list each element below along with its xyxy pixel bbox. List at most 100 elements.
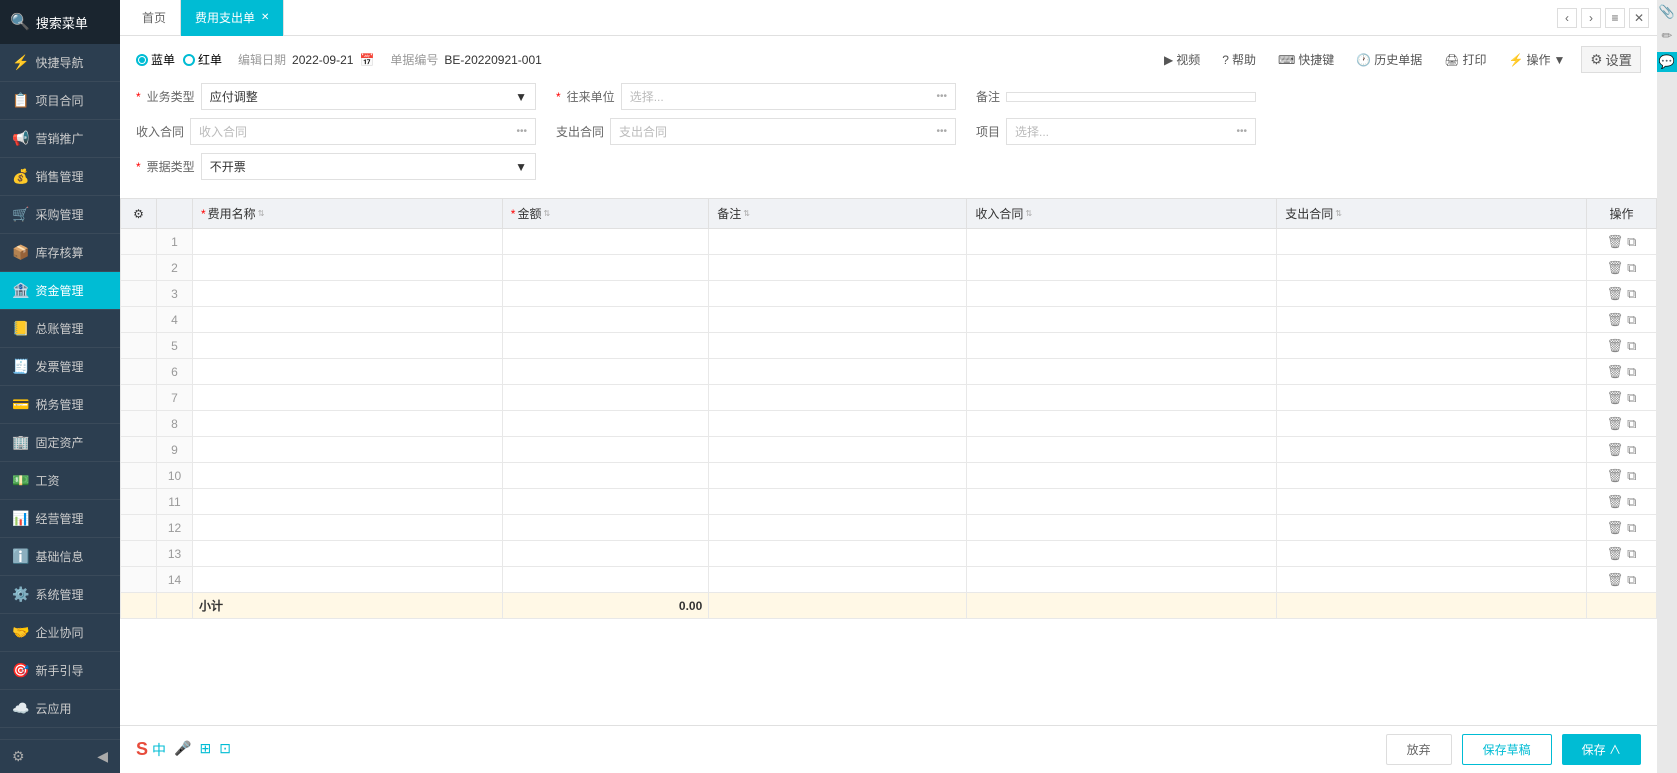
cell-note-6[interactable]: [709, 359, 967, 385]
cell-name-8[interactable]: [193, 411, 503, 437]
cell-expense-14[interactable]: [1277, 567, 1587, 593]
income-contract-input[interactable]: 收入合同 •••: [190, 118, 536, 145]
settings-btn[interactable]: ⚙ 设置: [1581, 46, 1641, 73]
delete-icon-13[interactable]: 🗑: [1607, 546, 1624, 562]
tab-list-btn[interactable]: ≡: [1605, 8, 1625, 28]
edit-note-icon[interactable]: ✏: [1662, 28, 1673, 44]
ops-btn[interactable]: ⚡ 操作 ▼: [1503, 49, 1572, 70]
sidebar-item-enterprise[interactable]: 🤝企业协同: [0, 614, 120, 652]
help-btn[interactable]: ? 帮助: [1216, 49, 1262, 70]
cell-amount-12[interactable]: [502, 515, 709, 541]
cell-amount-3[interactable]: [502, 281, 709, 307]
voice-icon[interactable]: 🎤: [174, 740, 191, 760]
cell-note-9[interactable]: [709, 437, 967, 463]
cell-amount-5[interactable]: [502, 333, 709, 359]
copy-icon-3[interactable]: ⧉: [1627, 286, 1636, 302]
delete-icon-3[interactable]: 🗑: [1607, 286, 1624, 302]
delete-icon-2[interactable]: 🗑: [1607, 260, 1624, 276]
cell-note-13[interactable]: [709, 541, 967, 567]
save-draft-button[interactable]: 保存草稿: [1462, 734, 1552, 765]
cell-income-14[interactable]: [967, 567, 1277, 593]
sidebar-item-ops-mgmt[interactable]: 📊经营管理: [0, 500, 120, 538]
cell-name-2[interactable]: [193, 255, 503, 281]
sort-icon[interactable]: ⇅: [258, 209, 265, 218]
cell-name-13[interactable]: [193, 541, 503, 567]
cell-expense-6[interactable]: [1277, 359, 1587, 385]
cell-expense-4[interactable]: [1277, 307, 1587, 333]
copy-icon-8[interactable]: ⧉: [1627, 416, 1636, 432]
cell-amount-9[interactable]: [502, 437, 709, 463]
copy-icon-5[interactable]: ⧉: [1627, 338, 1636, 354]
cell-income-10[interactable]: [967, 463, 1277, 489]
sidebar-item-fixed-assets[interactable]: 🏢固定资产: [0, 424, 120, 462]
tab-close-icon[interactable]: ✕: [261, 12, 269, 23]
delete-icon-10[interactable]: 🗑: [1607, 468, 1624, 484]
cell-amount-4[interactable]: [502, 307, 709, 333]
tab-nav-prev[interactable]: ‹: [1557, 8, 1577, 28]
cell-expense-9[interactable]: [1277, 437, 1587, 463]
cell-expense-12[interactable]: [1277, 515, 1587, 541]
income-sort-icon[interactable]: ⇅: [1025, 209, 1032, 218]
cell-note-3[interactable]: [709, 281, 967, 307]
zhong-icon[interactable]: 中: [152, 740, 166, 760]
income-more-icon[interactable]: •••: [516, 126, 527, 137]
delete-icon-12[interactable]: 🗑: [1607, 520, 1624, 536]
copy-icon-14[interactable]: ⧉: [1627, 572, 1636, 588]
sidebar-item-ledger-mgmt[interactable]: 📒总账管理: [0, 310, 120, 348]
delete-icon-14[interactable]: 🗑: [1607, 572, 1624, 588]
save-button[interactable]: 保存 ∧: [1562, 734, 1641, 765]
cell-name-14[interactable]: [193, 567, 503, 593]
shortcut-btn[interactable]: ⌨ 快捷键: [1272, 49, 1340, 70]
project-more-icon[interactable]: •••: [1236, 126, 1247, 137]
cell-note-2[interactable]: [709, 255, 967, 281]
cell-income-12[interactable]: [967, 515, 1277, 541]
cell-note-7[interactable]: [709, 385, 967, 411]
tab-home[interactable]: 首页: [128, 0, 181, 36]
partner-input[interactable]: 选择... •••: [621, 83, 956, 110]
sidebar-item-marketing[interactable]: 📢营销推广: [0, 120, 120, 158]
cell-income-6[interactable]: [967, 359, 1277, 385]
table-icon[interactable]: ⊞: [199, 740, 211, 760]
paperclip-icon[interactable]: 📎: [1659, 4, 1675, 20]
cell-amount-8[interactable]: [502, 411, 709, 437]
sidebar-item-sys-mgmt[interactable]: ⚙️系统管理: [0, 576, 120, 614]
amount-sort-icon[interactable]: ⇅: [543, 209, 550, 218]
expense-contract-input[interactable]: 支出合同 •••: [610, 118, 956, 145]
grid-icon[interactable]: ⊡: [219, 740, 231, 760]
cell-name-10[interactable]: [193, 463, 503, 489]
sidebar-item-project-contract[interactable]: 📋项目合同: [0, 82, 120, 120]
cell-income-5[interactable]: [967, 333, 1277, 359]
cell-name-9[interactable]: [193, 437, 503, 463]
copy-icon-7[interactable]: ⧉: [1627, 390, 1636, 406]
cell-income-4[interactable]: [967, 307, 1277, 333]
sidebar-item-purchase-mgmt[interactable]: 🛒采购管理: [0, 196, 120, 234]
sidebar-item-quick-nav[interactable]: ⚡快捷导航: [0, 44, 120, 82]
cell-income-11[interactable]: [967, 489, 1277, 515]
cell-expense-8[interactable]: [1277, 411, 1587, 437]
cell-amount-6[interactable]: [502, 359, 709, 385]
cell-amount-2[interactable]: [502, 255, 709, 281]
cell-name-6[interactable]: [193, 359, 503, 385]
cell-note-5[interactable]: [709, 333, 967, 359]
delete-icon-4[interactable]: 🗑: [1607, 312, 1624, 328]
copy-icon-13[interactable]: ⧉: [1627, 546, 1636, 562]
cell-expense-1[interactable]: [1277, 229, 1587, 255]
more-icon[interactable]: •••: [936, 91, 947, 102]
delete-icon-1[interactable]: 🗑: [1607, 234, 1624, 250]
calendar-icon[interactable]: 📅: [359, 53, 374, 67]
sidebar-item-invoice-mgmt[interactable]: 🧾发票管理: [0, 348, 120, 386]
cell-note-11[interactable]: [709, 489, 967, 515]
cell-amount-7[interactable]: [502, 385, 709, 411]
blue-bill-radio[interactable]: 蓝单: [136, 51, 175, 68]
cell-amount-14[interactable]: [502, 567, 709, 593]
delete-icon-6[interactable]: 🗑: [1607, 364, 1624, 380]
sidebar-item-new-guide[interactable]: 🎯新手引导: [0, 652, 120, 690]
cell-amount-10[interactable]: [502, 463, 709, 489]
copy-icon-9[interactable]: ⧉: [1627, 442, 1636, 458]
cell-expense-2[interactable]: [1277, 255, 1587, 281]
cell-name-5[interactable]: [193, 333, 503, 359]
th-gear[interactable]: ⚙: [121, 199, 157, 229]
copy-icon-12[interactable]: ⧉: [1627, 520, 1636, 536]
cell-note-10[interactable]: [709, 463, 967, 489]
note-sort-icon[interactable]: ⇅: [743, 209, 750, 218]
